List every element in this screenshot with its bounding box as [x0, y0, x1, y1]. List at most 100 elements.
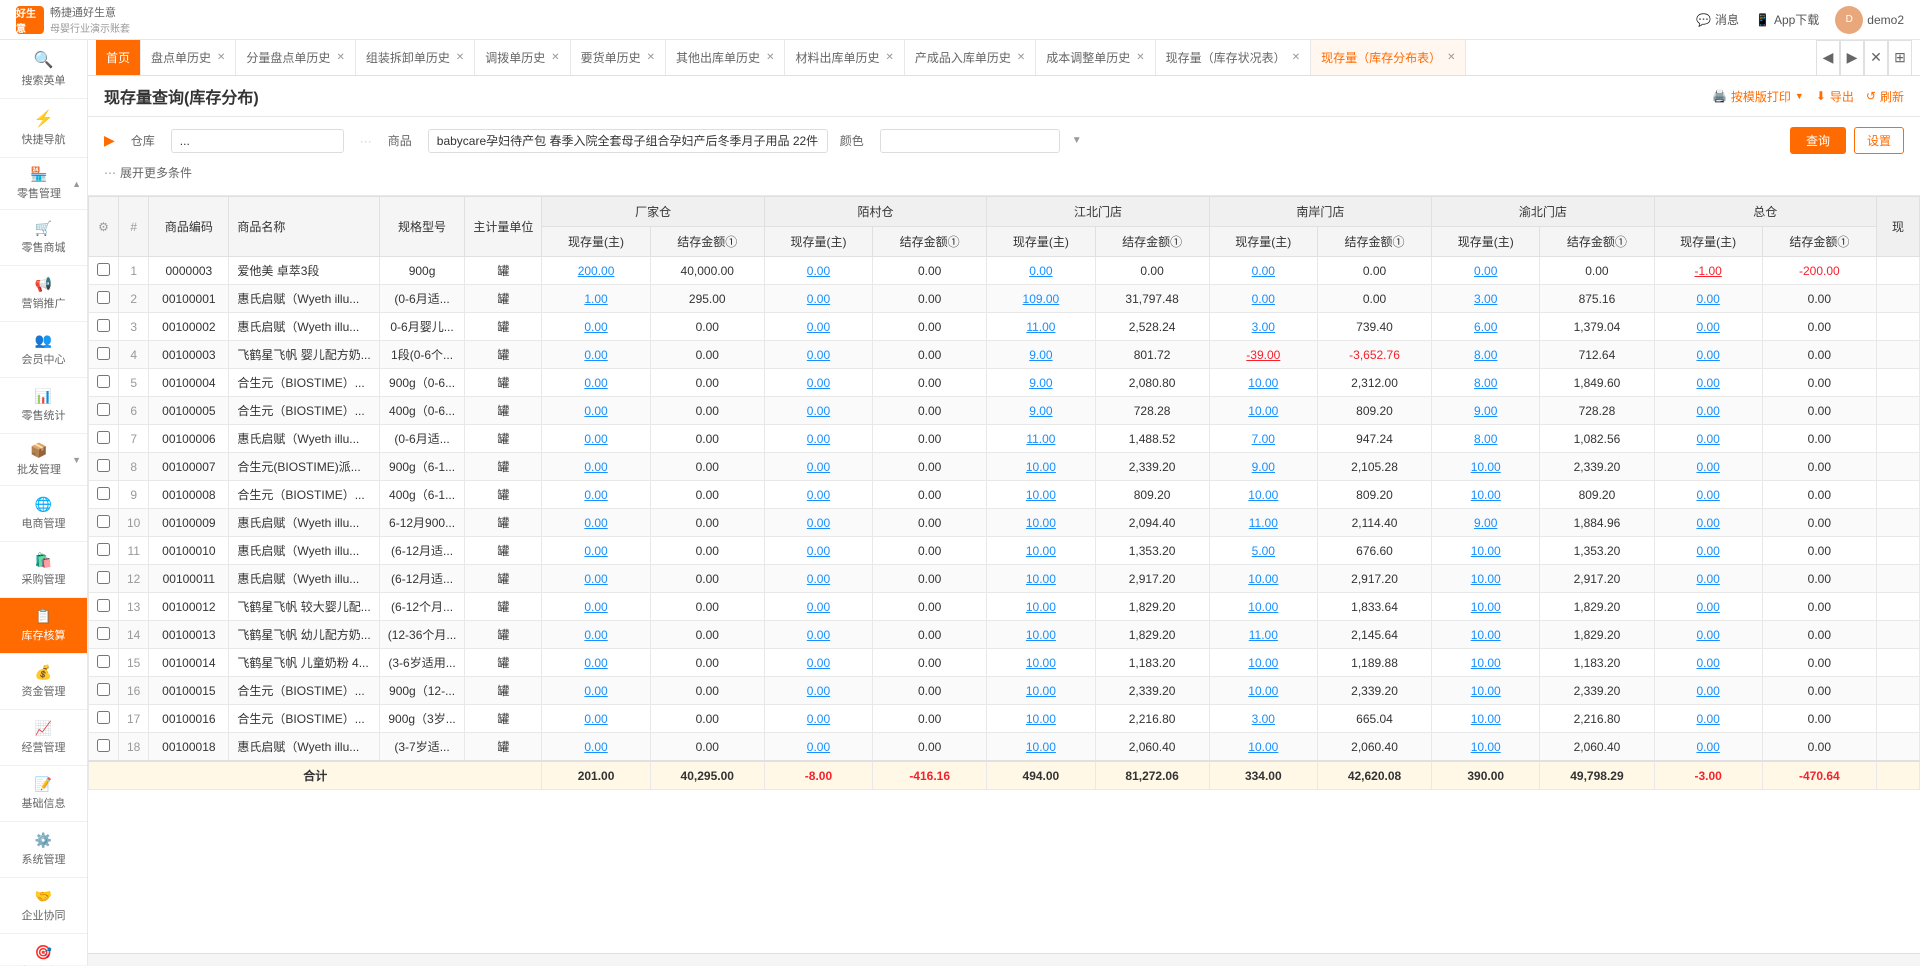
row-c2-qty[interactable]: 0.00	[764, 649, 872, 677]
row-total-qty[interactable]: -1.00	[1654, 257, 1762, 285]
row-c2-qty[interactable]: 0.00	[764, 285, 872, 313]
row-c4-qty[interactable]: 11.00	[1209, 509, 1317, 537]
tab-cost-adjust[interactable]: 成本调整单历史 ✕	[1036, 40, 1155, 76]
tab-split-close[interactable]: ✕	[336, 52, 344, 63]
row-c4-qty[interactable]: 7.00	[1209, 425, 1317, 453]
row-c5-qty[interactable]: 10.00	[1432, 649, 1540, 677]
row-c5-qty[interactable]: 9.00	[1432, 509, 1540, 537]
goods-input[interactable]	[428, 129, 828, 153]
row-c3-qty[interactable]: 10.00	[987, 649, 1095, 677]
app-download-btn[interactable]: 📱 App下载	[1755, 11, 1819, 28]
tab-combo[interactable]: 组装拆卸单历史 ✕	[356, 40, 475, 76]
sidebar-item-wholesale[interactable]: 📦 批发管理 ▼	[0, 434, 87, 486]
row-c4-qty[interactable]: 10.00	[1209, 649, 1317, 677]
row-c2-qty[interactable]: 0.00	[764, 537, 872, 565]
settings-button[interactable]: 设置	[1854, 127, 1904, 154]
row-c3-qty[interactable]: 10.00	[987, 537, 1095, 565]
row-c2-qty[interactable]: 0.00	[764, 257, 872, 285]
row-checkbox[interactable]	[89, 733, 119, 762]
row-c5-qty[interactable]: 10.00	[1432, 453, 1540, 481]
row-c4-qty[interactable]: -39.00	[1209, 341, 1317, 369]
tab-stock-dist[interactable]: 现存量（库存分布表） ✕	[1311, 40, 1466, 76]
print-btn[interactable]: 🖨️ 按模版打印 ▼	[1712, 88, 1804, 105]
row-c3-qty[interactable]: 10.00	[987, 453, 1095, 481]
row-c3-qty[interactable]: 10.00	[987, 509, 1095, 537]
row-c3-qty[interactable]: 9.00	[987, 397, 1095, 425]
row-c1-qty[interactable]: 0.00	[542, 313, 650, 341]
color-input[interactable]	[880, 129, 1060, 153]
row-c4-qty[interactable]: 0.00	[1209, 257, 1317, 285]
tab-other-out-close[interactable]: ✕	[766, 52, 774, 63]
search-button[interactable]: 查询	[1790, 127, 1846, 154]
tab-combo-close[interactable]: ✕	[456, 52, 464, 63]
row-c3-qty[interactable]: 11.00	[987, 425, 1095, 453]
row-total-qty[interactable]: 0.00	[1654, 621, 1762, 649]
th-settings[interactable]: ⚙	[89, 197, 119, 257]
row-c3-qty[interactable]: 10.00	[987, 481, 1095, 509]
row-total-qty[interactable]: 0.00	[1654, 313, 1762, 341]
sidebar-item-ecommerce[interactable]: 🌐 电商管理	[0, 486, 87, 542]
row-c3-qty[interactable]: 9.00	[987, 341, 1095, 369]
tab-home[interactable]: 首页	[96, 40, 141, 76]
row-c4-qty[interactable]: 9.00	[1209, 453, 1317, 481]
row-checkbox[interactable]	[89, 285, 119, 313]
row-c5-qty[interactable]: 10.00	[1432, 705, 1540, 733]
row-c2-qty[interactable]: 0.00	[764, 425, 872, 453]
row-c5-qty[interactable]: 9.00	[1432, 397, 1540, 425]
tab-inventory-close[interactable]: ✕	[217, 52, 225, 63]
row-c1-qty[interactable]: 0.00	[542, 341, 650, 369]
row-c3-qty[interactable]: 10.00	[987, 565, 1095, 593]
tab-menu-btn[interactable]: ⊞	[1888, 40, 1912, 76]
row-c1-qty[interactable]: 0.00	[542, 509, 650, 537]
row-c4-qty[interactable]: 0.00	[1209, 285, 1317, 313]
sidebar-item-finance[interactable]: 💰 资金管理	[0, 654, 87, 710]
row-c1-qty[interactable]: 0.00	[542, 733, 650, 762]
row-c2-qty[interactable]: 0.00	[764, 481, 872, 509]
export-btn[interactable]: ⬇ 导出	[1816, 88, 1854, 105]
row-c4-qty[interactable]: 10.00	[1209, 397, 1317, 425]
row-checkbox[interactable]	[89, 369, 119, 397]
row-c1-qty[interactable]: 0.00	[542, 621, 650, 649]
row-c5-qty[interactable]: 10.00	[1432, 565, 1540, 593]
filter-toggle-icon[interactable]: ▶	[104, 132, 115, 149]
row-c5-qty[interactable]: 10.00	[1432, 537, 1540, 565]
sidebar-item-ops[interactable]: 📈 经营管理	[0, 710, 87, 766]
row-checkbox[interactable]	[89, 425, 119, 453]
row-checkbox[interactable]	[89, 705, 119, 733]
row-c3-qty[interactable]: 10.00	[987, 677, 1095, 705]
row-total-qty[interactable]: 0.00	[1654, 425, 1762, 453]
row-c4-qty[interactable]: 5.00	[1209, 537, 1317, 565]
row-c3-qty[interactable]: 10.00	[987, 733, 1095, 762]
tab-prev-btn[interactable]: ◀	[1816, 40, 1840, 76]
row-total-qty[interactable]: 0.00	[1654, 453, 1762, 481]
sidebar-item-guide[interactable]: 🎯 新手引导	[0, 934, 87, 966]
row-c2-qty[interactable]: 0.00	[764, 677, 872, 705]
row-checkbox[interactable]	[89, 509, 119, 537]
row-checkbox[interactable]	[89, 649, 119, 677]
expand-row[interactable]: ⋯ 展开更多条件	[104, 160, 1904, 185]
row-c4-qty[interactable]: 3.00	[1209, 313, 1317, 341]
row-checkbox[interactable]	[89, 313, 119, 341]
row-c1-qty[interactable]: 0.00	[542, 397, 650, 425]
row-c1-qty[interactable]: 200.00	[542, 257, 650, 285]
tab-transfer[interactable]: 调拨单历史 ✕	[475, 40, 570, 76]
row-total-qty[interactable]: 0.00	[1654, 397, 1762, 425]
sidebar-item-purchase[interactable]: 🛍️ 采购管理	[0, 542, 87, 598]
row-c5-qty[interactable]: 10.00	[1432, 593, 1540, 621]
row-c5-qty[interactable]: 8.00	[1432, 369, 1540, 397]
tab-requisition-close[interactable]: ✕	[647, 52, 655, 63]
row-c4-qty[interactable]: 10.00	[1209, 481, 1317, 509]
sidebar-item-nav[interactable]: ⚡ 快捷导航	[0, 99, 87, 158]
row-c3-qty[interactable]: 9.00	[987, 369, 1095, 397]
row-c3-qty[interactable]: 0.00	[987, 257, 1095, 285]
row-c4-qty[interactable]: 10.00	[1209, 733, 1317, 762]
row-c5-qty[interactable]: 8.00	[1432, 425, 1540, 453]
row-c2-qty[interactable]: 0.00	[764, 313, 872, 341]
sidebar-item-system[interactable]: ⚙️ 系统管理	[0, 822, 87, 878]
row-c3-qty[interactable]: 10.00	[987, 621, 1095, 649]
row-total-qty[interactable]: 0.00	[1654, 369, 1762, 397]
tab-stock-status[interactable]: 现存量（库存状况表） ✕	[1156, 40, 1311, 76]
row-total-qty[interactable]: 0.00	[1654, 481, 1762, 509]
row-total-qty[interactable]: 0.00	[1654, 677, 1762, 705]
refresh-btn[interactable]: ↺ 刷新	[1866, 88, 1904, 105]
